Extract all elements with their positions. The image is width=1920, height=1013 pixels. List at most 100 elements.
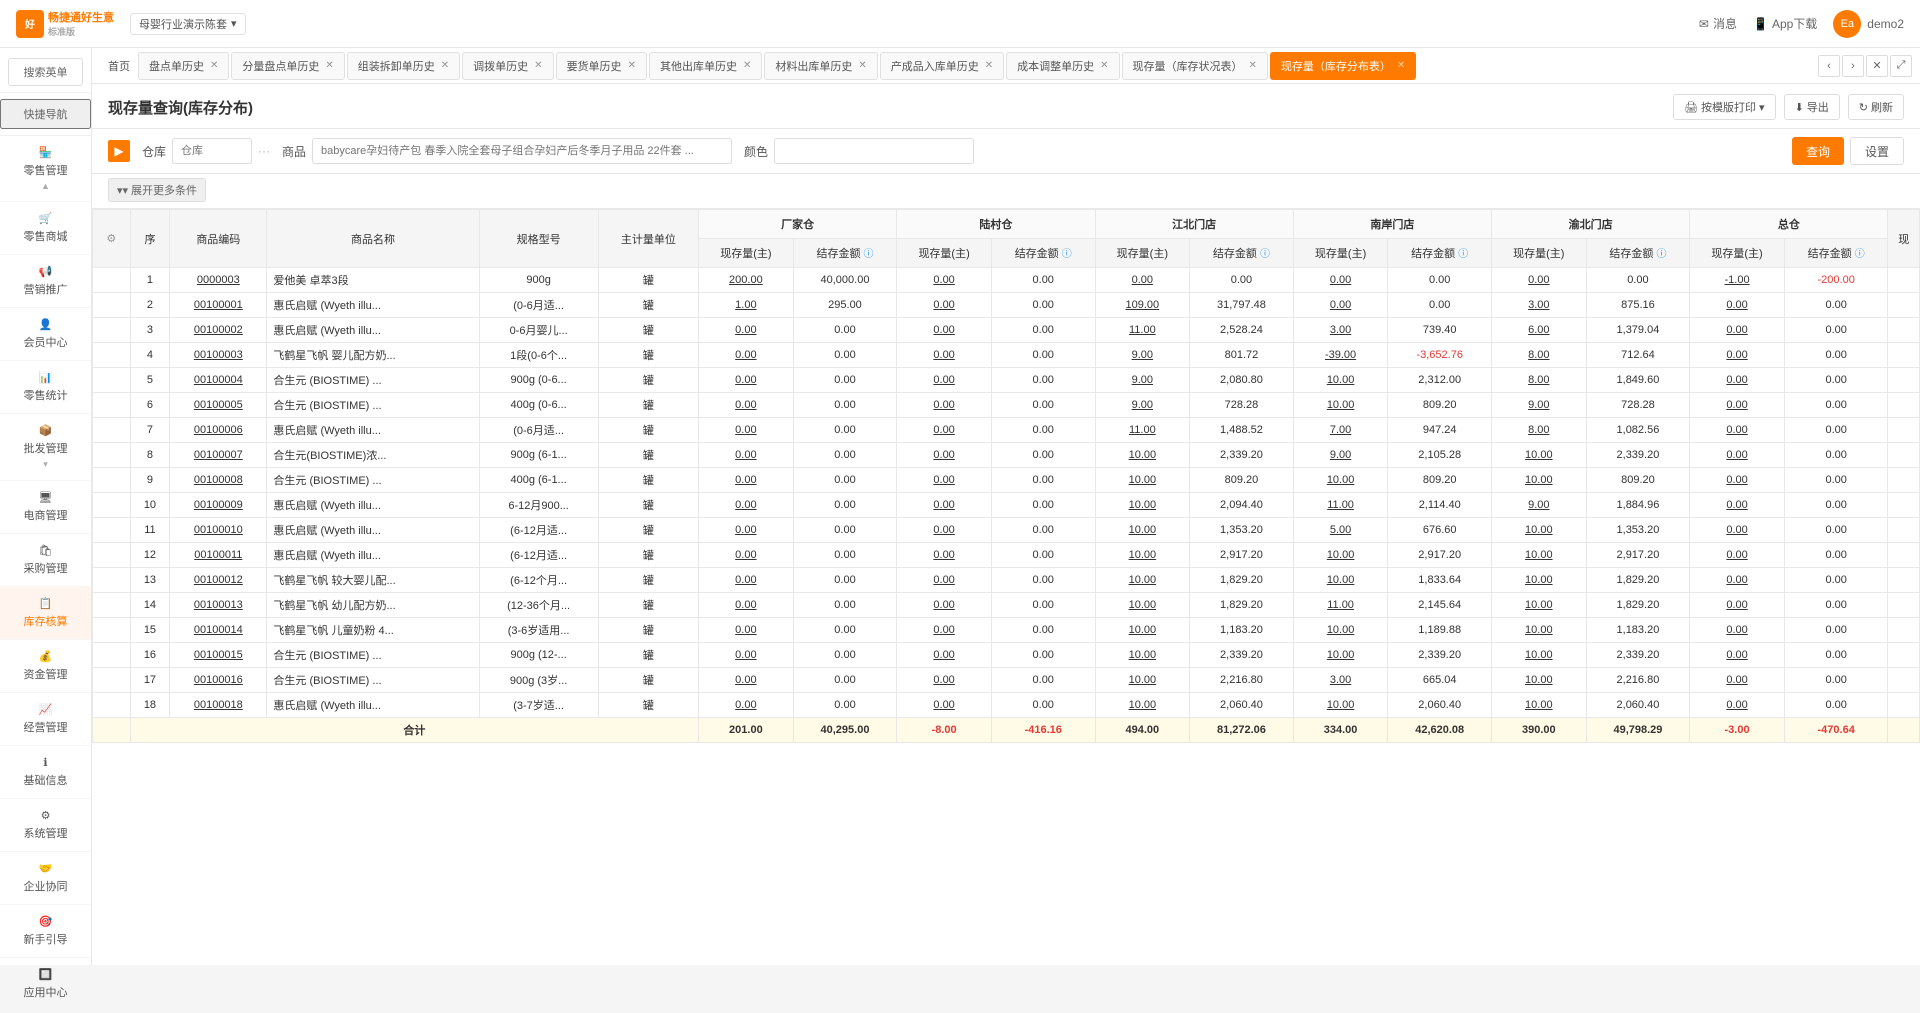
tab-close-all-btn[interactable]: ✕: [1866, 55, 1888, 77]
td-fj-qty: 0.00: [699, 593, 794, 618]
td-total-yb-qty: 390.00: [1492, 718, 1587, 743]
td-extra: [1888, 568, 1920, 593]
sidebar-item-marketing[interactable]: 📢 营销推广: [0, 255, 91, 308]
td-yb-qty: 3.00: [1492, 293, 1587, 318]
sidebar-item-label: 企业协同: [24, 878, 68, 894]
user-menu[interactable]: Ea demo2: [1833, 10, 1904, 38]
tab-close-icon[interactable]: ✕: [628, 60, 636, 71]
td-total-amt: 0.00: [1784, 443, 1888, 468]
sidebar-item-label: 电商管理: [24, 507, 68, 523]
tab-qtck[interactable]: 其他出库单历史✕: [649, 52, 762, 80]
tab-zzccsh[interactable]: 组装拆卸单历史✕: [347, 52, 460, 80]
tab-prev-btn[interactable]: ‹: [1818, 55, 1840, 77]
td-lc-qty: 0.00: [897, 493, 992, 518]
sidebar-item-retail-stats[interactable]: 📊 零售统计: [0, 361, 91, 414]
tab-close-icon[interactable]: ✕: [534, 60, 542, 71]
sidebar-item-basic[interactable]: ℹ 基础信息: [0, 746, 91, 799]
td-unit: 罐: [598, 293, 698, 318]
sidebar-item-ops[interactable]: 📈 经营管理: [0, 693, 91, 746]
td-fj-qty: 0.00: [699, 493, 794, 518]
sidebar-item-wholesale[interactable]: 📦 批发管理 ▾: [0, 414, 91, 481]
goods-input[interactable]: [312, 138, 732, 164]
td-check: [93, 668, 131, 693]
tab-clck[interactable]: 材料出库单历史✕: [764, 52, 877, 80]
tab-close-icon[interactable]: ✕: [1100, 60, 1108, 71]
app-download-btn[interactable]: 📱 App下载: [1753, 15, 1817, 32]
td-lc-amt: 0.00: [991, 468, 1095, 493]
print-btn[interactable]: 🖨 按模版打印 ▾: [1673, 94, 1776, 120]
industry-selector[interactable]: 母婴行业演示陈套 ▾: [130, 13, 246, 35]
sidebar-item-member[interactable]: 👤 会员中心: [0, 308, 91, 361]
message-btn[interactable]: ✉ 消息: [1699, 15, 1737, 32]
td-unit: 罐: [598, 393, 698, 418]
td-spec: 6-12月900...: [479, 493, 598, 518]
td-na-qty: 7.00: [1293, 418, 1388, 443]
td-total-qty: 0.00: [1690, 643, 1785, 668]
sidebar-item-ecommerce[interactable]: 🖥 电商管理: [0, 481, 91, 534]
table-row: 10 00100009 惠氏启赋 (Wyeth illu... 6-12月900…: [93, 493, 1920, 518]
td-name: 惠氏启赋 (Wyeth illu...: [267, 318, 479, 343]
sidebar-item-retail-mall[interactable]: 🛒 零售商城: [0, 202, 91, 255]
tab-close-icon[interactable]: ✕: [985, 60, 993, 71]
td-jb-amt: 2,528.24: [1190, 318, 1294, 343]
query-btn[interactable]: 查询: [1792, 137, 1844, 165]
tab-close-icon[interactable]: ✕: [441, 60, 449, 71]
filter-expand-btn[interactable]: ▶: [108, 140, 130, 162]
sidebar-item-sys[interactable]: ⚙ 系统管理: [0, 799, 91, 852]
td-lc-qty: 0.00: [897, 693, 992, 718]
sidebar-item-guide[interactable]: 🎯 新手引导: [0, 905, 91, 958]
td-spec: (3-7岁适...: [479, 693, 598, 718]
tab-pcrk[interactable]: 产成品入库单历史✕: [880, 52, 1004, 80]
sidebar-item-label: 库存核算: [24, 613, 68, 629]
tab-close-icon[interactable]: ✕: [1249, 60, 1257, 71]
color-input[interactable]: [774, 138, 974, 164]
export-btn[interactable]: ⬇ 导出: [1784, 94, 1840, 120]
td-fj-qty: 0.00: [699, 418, 794, 443]
sidebar-item-finance[interactable]: 💰 资金管理: [0, 640, 91, 693]
table-row: 6 00100005 合生元 (BIOSTIME) ... 400g (0-6.…: [93, 393, 1920, 418]
tab-close-icon[interactable]: ✕: [743, 60, 751, 71]
td-yb-qty: 10.00: [1492, 518, 1587, 543]
tab-yhd[interactable]: 要货单历史✕: [556, 52, 647, 80]
tab-close-icon[interactable]: ✕: [325, 60, 333, 71]
td-yb-qty: 10.00: [1492, 693, 1587, 718]
warehouse-dots[interactable]: ···: [258, 144, 270, 158]
td-jb-qty: 10.00: [1095, 543, 1190, 568]
tab-kczkb[interactable]: 现存量（库存状况表）✕: [1122, 52, 1268, 80]
tab-kcfbb[interactable]: 现存量（库存分布表）✕: [1270, 52, 1416, 80]
tab-close-icon[interactable]: ✕: [1397, 60, 1405, 71]
td-jb-qty: 10.00: [1095, 593, 1190, 618]
td-fj-amt: 0.00: [793, 468, 897, 493]
settings-icon[interactable]: ⚙: [106, 233, 116, 245]
sidebar-item-retail-mgmt[interactable]: 🏪 零售管理 ▲: [0, 136, 91, 202]
td-name: 惠氏启赋 (Wyeth illu...: [267, 518, 479, 543]
td-code: 00100010: [170, 518, 267, 543]
td-check: [93, 343, 131, 368]
sidebar-item-purchase[interactable]: 🛍 采购管理: [0, 534, 91, 587]
td-fj-amt: 295.00: [793, 293, 897, 318]
sidebar-item-enterprise[interactable]: 🤝 企业协同: [0, 852, 91, 905]
warehouse-input[interactable]: [172, 138, 252, 164]
refresh-btn[interactable]: ↻ 刷新: [1848, 94, 1904, 120]
expand-more-btn[interactable]: ▾▾ 展开更多条件: [108, 178, 206, 202]
tab-flpdlsh[interactable]: 分量盘点单历史✕: [231, 52, 344, 80]
search-btn[interactable]: 搜索英单: [8, 58, 83, 86]
td-jb-amt: 2,339.20: [1190, 443, 1294, 468]
tab-next-btn[interactable]: ›: [1842, 55, 1864, 77]
table-row: 8 00100007 合生元(BIOSTIME)浓... 900g (6-1..…: [93, 443, 1920, 468]
setting-btn[interactable]: 设置: [1850, 137, 1904, 165]
td-unit: 罐: [598, 693, 698, 718]
td-name: 惠氏启赋 (Wyeth illu...: [267, 293, 479, 318]
tab-cbtj[interactable]: 成本调整单历史✕: [1006, 52, 1119, 80]
tab-home[interactable]: 首页: [100, 58, 138, 74]
quick-nav-btn[interactable]: 快捷导航: [0, 99, 91, 129]
tab-dblsh[interactable]: 调拨单历史✕: [462, 52, 553, 80]
tab-close-icon[interactable]: ✕: [210, 60, 218, 71]
tab-close-icon[interactable]: ✕: [858, 60, 866, 71]
td-fj-amt: 0.00: [793, 518, 897, 543]
sidebar-item-inventory[interactable]: 📋 库存核算: [0, 587, 91, 640]
tab-expand-btn[interactable]: ⤢: [1890, 55, 1912, 77]
logo-sub: 标准版: [48, 25, 114, 38]
tab-pddlsh[interactable]: 盘点单历史✕: [138, 52, 229, 80]
td-spec: 400g (0-6...: [479, 393, 598, 418]
